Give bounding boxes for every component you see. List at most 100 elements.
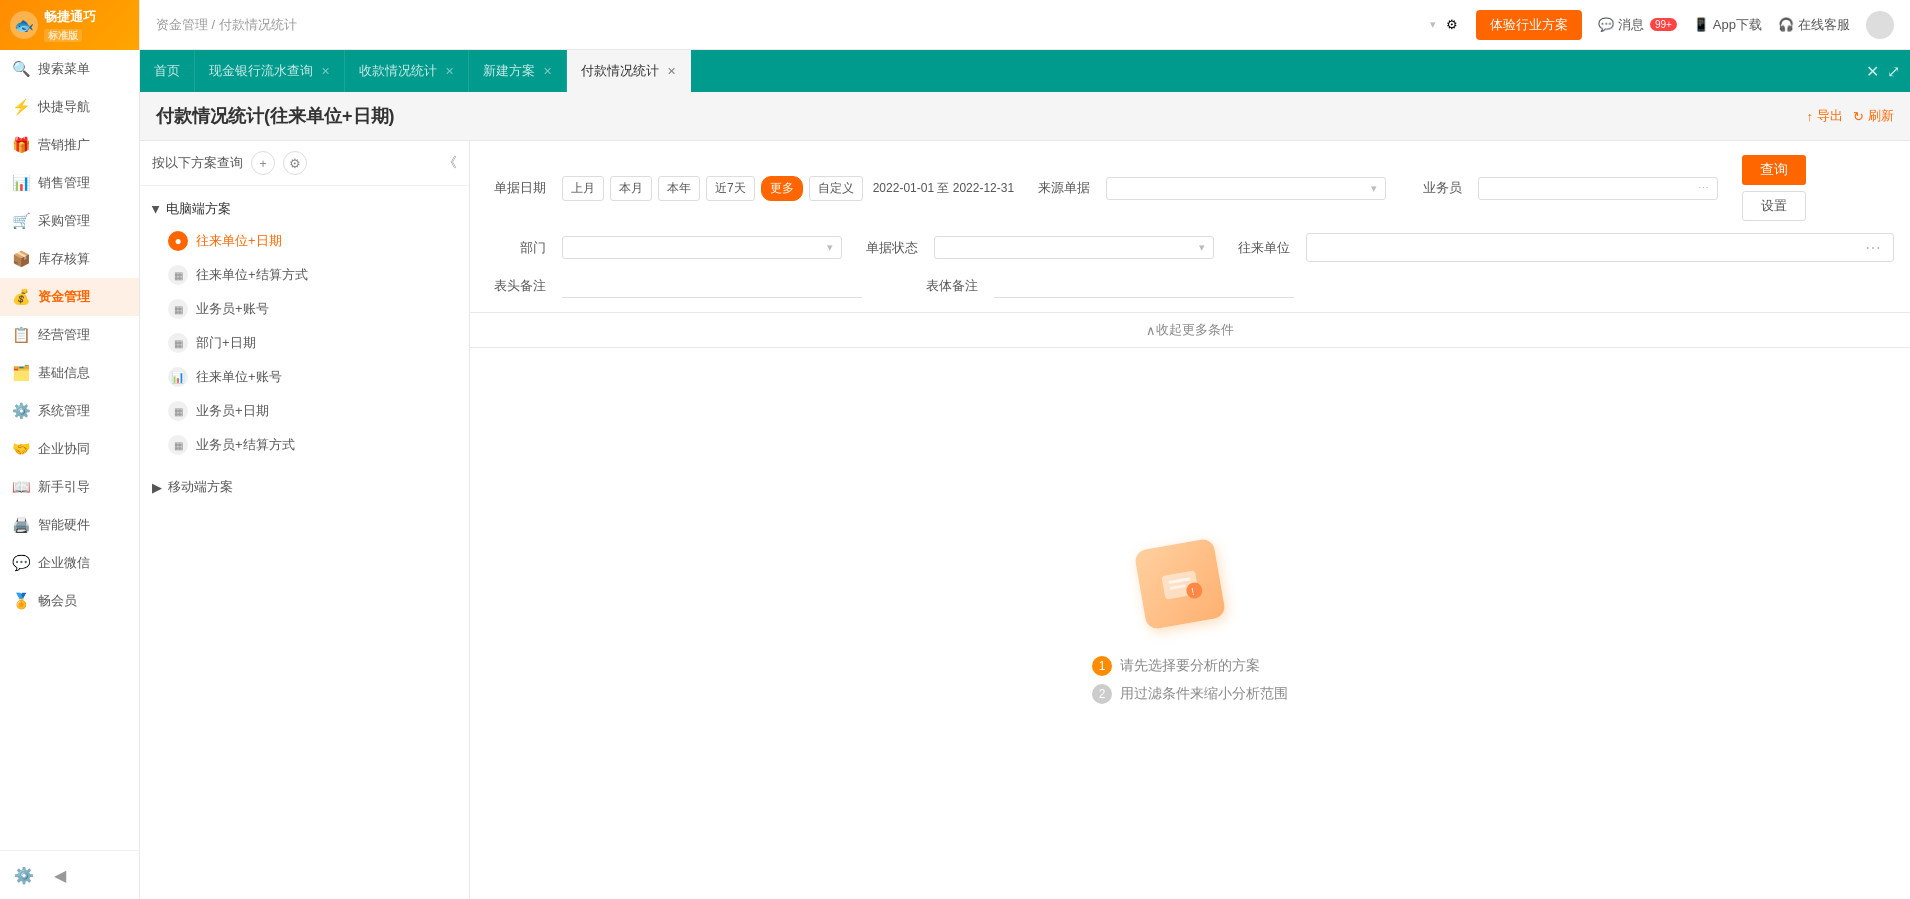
voucher-status-select[interactable]: ▾	[934, 236, 1214, 259]
add-scheme-button[interactable]: +	[251, 151, 275, 175]
page-title: 付款情况统计(往来单位+日期)	[156, 104, 395, 128]
sidebar-item-basics[interactable]: 🗂️ 基础信息	[0, 354, 139, 392]
app-download-button[interactable]: 📱 App下载	[1693, 16, 1762, 34]
tab-payment-stats[interactable]: 付款情况统计 ✕	[567, 50, 691, 92]
date-btn-custom[interactable]: 自定义	[809, 176, 863, 201]
status-arrow: ▾	[1199, 241, 1205, 254]
tab-receipt-stats[interactable]: 收款情况统计 ✕	[345, 50, 469, 92]
footer-settings-icon[interactable]: ⚙️	[10, 861, 38, 889]
dept-arrow: ▾	[827, 241, 833, 254]
header-gear[interactable]: ⚙	[1446, 17, 1466, 32]
hardware-icon: 🖨️	[12, 516, 30, 534]
sidebar-footer: ⚙️ ◀	[0, 850, 139, 899]
date-btn-7days[interactable]: 近7天	[706, 176, 755, 201]
sidebar-item-wechat[interactable]: 💬 企业微信	[0, 544, 139, 582]
scheme-unit-settle[interactable]: ▦ 往来单位+结算方式	[140, 258, 469, 292]
table-body-remark-input[interactable]	[994, 274, 1294, 298]
date-btn-last-month[interactable]: 上月	[562, 176, 604, 201]
date-btn-this-month[interactable]: 本月	[610, 176, 652, 201]
tab-expand-icon[interactable]: ⤢	[1887, 62, 1900, 81]
tab-home[interactable]: 首页	[140, 50, 195, 92]
sidebar-item-operations[interactable]: 📋 经营管理	[0, 316, 139, 354]
marketing-icon: 🎁	[12, 136, 30, 154]
scheme-staff-date[interactable]: ▦ 业务员+日期	[140, 394, 469, 428]
scheme-staff-account[interactable]: ▦ 业务员+账号	[140, 292, 469, 326]
scheme-dept-date[interactable]: ▦ 部门+日期	[140, 326, 469, 360]
sidebar-nav: 🔍 搜索菜单 ⚡ 快捷导航 🎁 营销推广 📊 销售管理 🛒 采购管理 📦 库存核…	[0, 50, 139, 850]
sidebar-item-sales[interactable]: 📊 销售管理	[0, 164, 139, 202]
settings-button[interactable]: 设置	[1742, 191, 1806, 221]
staff-select[interactable]: ⋯	[1478, 177, 1718, 200]
tab-home-label: 首页	[154, 62, 180, 80]
sidebar-item-label: 快捷导航	[38, 98, 90, 116]
scheme-unit-date[interactable]: ● 往来单位+日期	[140, 224, 469, 258]
export-icon: ↑	[1807, 109, 1814, 124]
purchase-icon: 🛒	[12, 212, 30, 230]
sidebar-item-corp[interactable]: 🤝 企业协同	[0, 430, 139, 468]
scheme-unit-account[interactable]: 📊 往来单位+账号	[140, 360, 469, 394]
content-area: 按以下方案查询 + ⚙ 《 ▶ 电脑端方案 ● 往来单位+日期 ▦ 往来单位+结…	[140, 141, 1910, 899]
query-button[interactable]: 查询	[1742, 155, 1806, 185]
tab-bar-actions: ✕ ⤢	[1856, 50, 1910, 92]
sidebar-item-purchase[interactable]: 🛒 采购管理	[0, 202, 139, 240]
scheme-unit-date-icon: ●	[168, 231, 188, 251]
sidebar: 🐟 畅捷通巧 标准版 🔍 搜索菜单 ⚡ 快捷导航 🎁 营销推广 📊 销售管理 🛒…	[0, 0, 140, 899]
scheme-unit-settle-icon: ▦	[168, 265, 188, 285]
filter-row-2: 部门 ▾ 单据状态 ▾ 往来单位 ⋯	[486, 233, 1894, 262]
source-voucher-select[interactable]: ▾	[1106, 177, 1386, 200]
tab-new-scheme-close[interactable]: ✕	[543, 65, 552, 78]
empty-state: ! 1 请先选择要分析的方案 2 用过滤条件来缩小分析范围	[470, 348, 1910, 899]
trial-button[interactable]: 体验行业方案	[1476, 10, 1582, 40]
voucher-date-label: 单据日期	[486, 179, 546, 197]
footer-collapse-icon[interactable]: ◀	[46, 861, 74, 889]
desktop-group-header[interactable]: ▶ 电脑端方案	[140, 194, 469, 224]
messages-button[interactable]: 💬 消息 99+	[1598, 16, 1677, 34]
date-btn-more[interactable]: 更多	[761, 176, 803, 201]
guide-icon: 📖	[12, 478, 30, 496]
tab-close-all-icon[interactable]: ✕	[1866, 62, 1879, 81]
sidebar-item-guide[interactable]: 📖 新手引导	[0, 468, 139, 506]
left-panel-collapse-button[interactable]: 《	[443, 154, 457, 172]
tab-bank-flow-close[interactable]: ✕	[321, 65, 330, 78]
sidebar-item-quick-nav[interactable]: ⚡ 快捷导航	[0, 88, 139, 126]
sidebar-item-inventory[interactable]: 📦 库存核算	[0, 240, 139, 278]
sidebar-item-label: 智能硬件	[38, 516, 90, 534]
filter-row-3: 表头备注 表体备注	[486, 274, 1894, 298]
sidebar-item-search[interactable]: 🔍 搜索菜单	[0, 50, 139, 88]
counter-party-select[interactable]: ⋯	[1306, 233, 1894, 262]
inventory-icon: 📦	[12, 250, 30, 268]
operations-icon: 📋	[12, 326, 30, 344]
sidebar-item-label: 新手引导	[38, 478, 90, 496]
dept-select[interactable]: ▾	[562, 236, 842, 259]
sidebar-item-hardware[interactable]: 🖨️ 智能硬件	[0, 506, 139, 544]
date-btn-this-year[interactable]: 本年	[658, 176, 700, 201]
sidebar-item-finance[interactable]: 💰 资金管理	[0, 278, 139, 316]
scheme-staff-settle-icon: ▦	[168, 435, 188, 455]
refresh-button[interactable]: ↻ 刷新	[1853, 107, 1894, 125]
sidebar-item-system[interactable]: ⚙️ 系统管理	[0, 392, 139, 430]
tab-new-scheme[interactable]: 新建方案 ✕	[469, 50, 567, 92]
user-avatar[interactable]	[1866, 11, 1894, 39]
tab-bank-flow[interactable]: 现金银行流水查询 ✕	[195, 50, 345, 92]
tab-bar: 首页 现金银行流水查询 ✕ 收款情况统计 ✕ 新建方案 ✕ 付款情况统计 ✕ ✕…	[140, 50, 1910, 92]
sidebar-item-label: 经营管理	[38, 326, 90, 344]
scheme-staff-settle[interactable]: ▦ 业务员+结算方式	[140, 428, 469, 462]
scheme-staff-date-icon: ▦	[168, 401, 188, 421]
collapse-bar[interactable]: ∧ 收起更多条件	[470, 313, 1910, 348]
empty-hint-1: 1 请先选择要分析的方案	[1092, 656, 1288, 676]
sidebar-item-marketing[interactable]: 🎁 营销推广	[0, 126, 139, 164]
page-header: 付款情况统计(往来单位+日期) ↑ 导出 ↻ 刷新	[140, 92, 1910, 141]
tab-payment-close[interactable]: ✕	[667, 65, 676, 78]
online-service-button[interactable]: 🎧 在线客服	[1778, 16, 1850, 34]
desktop-scheme-group: ▶ 电脑端方案 ● 往来单位+日期 ▦ 往来单位+结算方式 ▦ 业务员+账号 ▦	[140, 186, 469, 470]
table-header-remark-label: 表头备注	[486, 277, 546, 295]
tab-receipt-close[interactable]: ✕	[445, 65, 454, 78]
filter-row-1: 单据日期 上月 本月 本年 近7天 更多 自定义 2022-01-01 至 20…	[486, 155, 1894, 221]
export-button[interactable]: ↑ 导出	[1807, 107, 1844, 125]
table-header-remark-input[interactable]	[562, 274, 862, 298]
sidebar-item-member[interactable]: 🏅 畅会员	[0, 582, 139, 620]
scheme-settings-button[interactable]: ⚙	[283, 151, 307, 175]
mobile-group-header[interactable]: ▶ 移动端方案	[140, 470, 469, 504]
sidebar-item-label: 销售管理	[38, 174, 90, 192]
counter-party-dots: ⋯	[1861, 238, 1885, 257]
